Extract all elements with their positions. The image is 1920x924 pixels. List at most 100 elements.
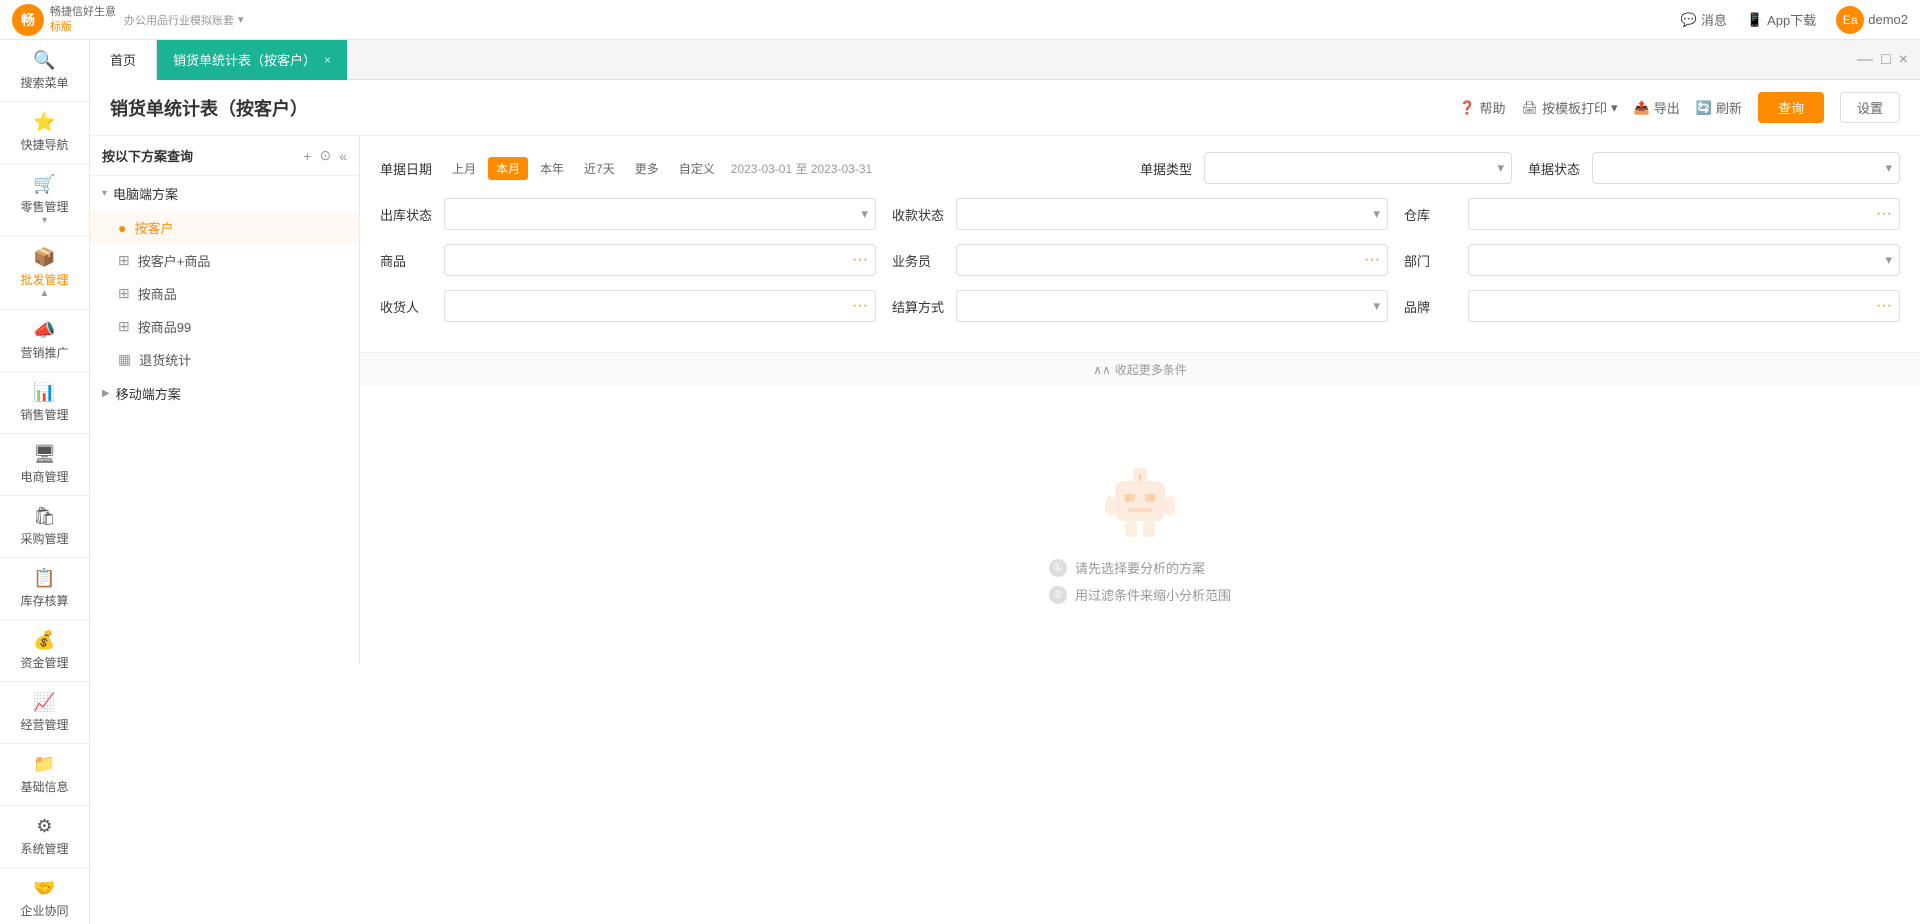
- scheme-item-refund-stats[interactable]: ▦ 退货统计: [90, 343, 359, 376]
- help-button[interactable]: ❓ 帮助: [1459, 98, 1505, 117]
- export-label: 导出: [1654, 98, 1680, 117]
- doc-status-select[interactable]: [1592, 152, 1900, 184]
- settings-button[interactable]: 设置: [1840, 92, 1900, 123]
- topbar: 畅 畅捷信好生意 标版 办公用品行业模拟账套 ▾ 💬 消息 📱 App下载 Ea…: [0, 0, 1920, 40]
- app-download-button[interactable]: 📱 App下载: [1747, 10, 1816, 29]
- sidebar-item-quick-nav[interactable]: ⭐ 快捷导航: [0, 102, 89, 164]
- page-content: 销货单统计表（按客户） ❓ 帮助 🖨 按模板打印 ▾ 📤 导出: [90, 80, 1920, 924]
- refresh-label: 刷新: [1716, 98, 1742, 117]
- tab-active[interactable]: 销货单统计表（按客户） ×: [157, 40, 347, 80]
- filter-box-out-status: ▾: [444, 198, 876, 230]
- scheme-item-by-product[interactable]: ⊞ 按商品: [90, 277, 359, 310]
- warehouse-input[interactable]: [1468, 198, 1900, 230]
- date-tab-more[interactable]: 更多: [627, 157, 667, 180]
- filter-box-doc-type: ▾: [1204, 152, 1512, 184]
- date-tab-last-month[interactable]: 上月: [444, 157, 484, 180]
- user-name: demo2: [1868, 12, 1908, 27]
- sidebar-item-search-menu[interactable]: 🔍 搜索菜单: [0, 40, 89, 102]
- collect-status-select[interactable]: [956, 198, 1388, 230]
- receiver-input[interactable]: [444, 290, 876, 322]
- dept-select[interactable]: [1468, 244, 1900, 276]
- content-area: 首页 销货单统计表（按客户） × — □ × 销货单统计表（按客户） ❓: [90, 40, 1920, 924]
- sidebar-item-inventory[interactable]: 📋 库存核算: [0, 558, 89, 620]
- sidebar-item-retail-mgmt[interactable]: 🛒 零售管理 ▾: [0, 164, 89, 237]
- date-tab-this-month[interactable]: 本月: [488, 157, 528, 180]
- sidebar-item-sys-mgmt[interactable]: ⚙ 系统管理: [0, 806, 89, 868]
- export-button[interactable]: 📤 导出: [1634, 98, 1680, 117]
- sidebar-item-marketing[interactable]: 📣 营销推广: [0, 310, 89, 372]
- date-tab-7days[interactable]: 近7天: [576, 157, 623, 180]
- product-dots-icon[interactable]: ···: [852, 251, 868, 269]
- query-button[interactable]: 查询: [1758, 92, 1824, 123]
- scheme-collapse-icon[interactable]: «: [339, 148, 347, 164]
- msg-button[interactable]: 💬 消息: [1681, 10, 1727, 29]
- export-icon: 📤: [1634, 100, 1650, 116]
- sidebar-label-basic-info: 基础信息: [20, 778, 68, 795]
- refresh-button[interactable]: 🔄 刷新: [1696, 98, 1742, 117]
- user-profile[interactable]: Ea demo2: [1836, 6, 1908, 34]
- collapse-label: 收起更多条件: [1115, 361, 1187, 378]
- filter-cell-collect-status: 收款状态 ▾: [892, 198, 1388, 230]
- avatar: Ea: [1836, 6, 1864, 34]
- tab-home[interactable]: 首页: [90, 40, 157, 80]
- scheme-item-by-product-99[interactable]: ⊞ 按商品99: [90, 310, 359, 343]
- scheme-header: 按以下方案查询 + ⊙ «: [90, 136, 359, 176]
- sidebar-item-ops[interactable]: 📈 经营管理: [0, 682, 89, 744]
- filter-box-settle: ▾: [956, 290, 1388, 322]
- date-tab-custom[interactable]: 自定义: [671, 157, 723, 180]
- brand-input[interactable]: [1468, 290, 1900, 322]
- scheme-item-by-customer-product[interactable]: ⊞ 按客户+商品: [90, 244, 359, 277]
- scheme-group-pc-header[interactable]: ▾ 电脑端方案: [90, 176, 359, 211]
- star-icon: ⭐: [33, 112, 55, 133]
- product-input[interactable]: [444, 244, 876, 276]
- collect-status-label: 收款状态: [892, 205, 948, 224]
- scheme-item-by-customer[interactable]: ● 按客户: [90, 211, 359, 244]
- scheme-item-refund-label: 退货统计: [139, 350, 191, 369]
- filter-cell-product: 商品 ···: [380, 244, 876, 276]
- help-label: 帮助: [1479, 98, 1505, 117]
- sidebar-item-enterprise-coop[interactable]: 🤝 企业协同: [0, 868, 89, 924]
- empty-tips: ① 请先选择要分析的方案 ② 用过滤条件来缩小分析范围: [1049, 558, 1231, 604]
- brand-label: 品牌: [1404, 297, 1460, 316]
- doc-type-select[interactable]: [1204, 152, 1512, 184]
- sidebar-item-finance[interactable]: 💰 资金管理: [0, 620, 89, 682]
- minimize-icon[interactable]: —: [1857, 51, 1873, 69]
- receiver-label: 收货人: [380, 297, 436, 316]
- brand-dots-icon[interactable]: ···: [1876, 297, 1892, 315]
- sidebar-label-inventory: 库存核算: [20, 592, 68, 609]
- avatar-text: Ea: [1843, 13, 1858, 27]
- sidebar-item-basic-info[interactable]: 📁 基础信息: [0, 744, 89, 806]
- tab-bar: 首页 销货单统计表（按客户） × — □ ×: [90, 40, 1920, 80]
- finance-icon: 💰: [33, 630, 55, 651]
- product-label: 商品: [380, 251, 436, 270]
- print-button[interactable]: 🖨 按模板打印 ▾: [1522, 98, 1618, 117]
- tab-close-icon[interactable]: ×: [324, 53, 331, 67]
- scheme-item-by-customer-label: 按客户: [134, 218, 173, 237]
- warehouse-dots-icon[interactable]: ···: [1876, 205, 1892, 223]
- tip-num-1: ①: [1049, 559, 1067, 577]
- salesperson-input[interactable]: [956, 244, 1388, 276]
- close-window-icon[interactable]: ×: [1899, 51, 1908, 69]
- scheme-group-mobile-header[interactable]: ▶ 移动端方案: [90, 376, 359, 411]
- date-tab-this-year[interactable]: 本年: [532, 157, 572, 180]
- sidebar-item-sales-mgmt[interactable]: 📊 销售管理: [0, 372, 89, 434]
- salesperson-dots-icon[interactable]: ···: [1364, 251, 1380, 269]
- collapse-bar[interactable]: ∧∧ 收起更多条件: [360, 352, 1920, 386]
- scheme-add-icon[interactable]: +: [303, 148, 311, 164]
- filter-area: 按以下方案查询 + ⊙ « ▾ 电脑端方案: [90, 136, 1920, 664]
- tab-win-controls: — □ ×: [1857, 51, 1920, 69]
- industry-selector[interactable]: 办公用品行业模拟账套 ▾: [124, 12, 244, 28]
- app-icon: 📱: [1747, 12, 1763, 28]
- scheme-bar-icon: ▦: [118, 351, 131, 368]
- out-status-select[interactable]: [444, 198, 876, 230]
- marketing-icon: 📣: [33, 320, 55, 341]
- maximize-icon[interactable]: □: [1881, 51, 1891, 69]
- inventory-icon: 📋: [33, 568, 55, 589]
- page-title: 销货单统计表（按客户）: [110, 95, 308, 121]
- receiver-dots-icon[interactable]: ···: [852, 297, 868, 315]
- scheme-edit-icon[interactable]: ⊙: [319, 147, 331, 164]
- sidebar-item-ecommerce[interactable]: 🖥 电商管理: [0, 434, 89, 496]
- settle-select[interactable]: [956, 290, 1388, 322]
- sidebar-item-purchase[interactable]: 🛍 采购管理: [0, 496, 89, 558]
- sidebar-item-wholesale-mgmt[interactable]: 📦 批发管理 ▲: [0, 237, 89, 310]
